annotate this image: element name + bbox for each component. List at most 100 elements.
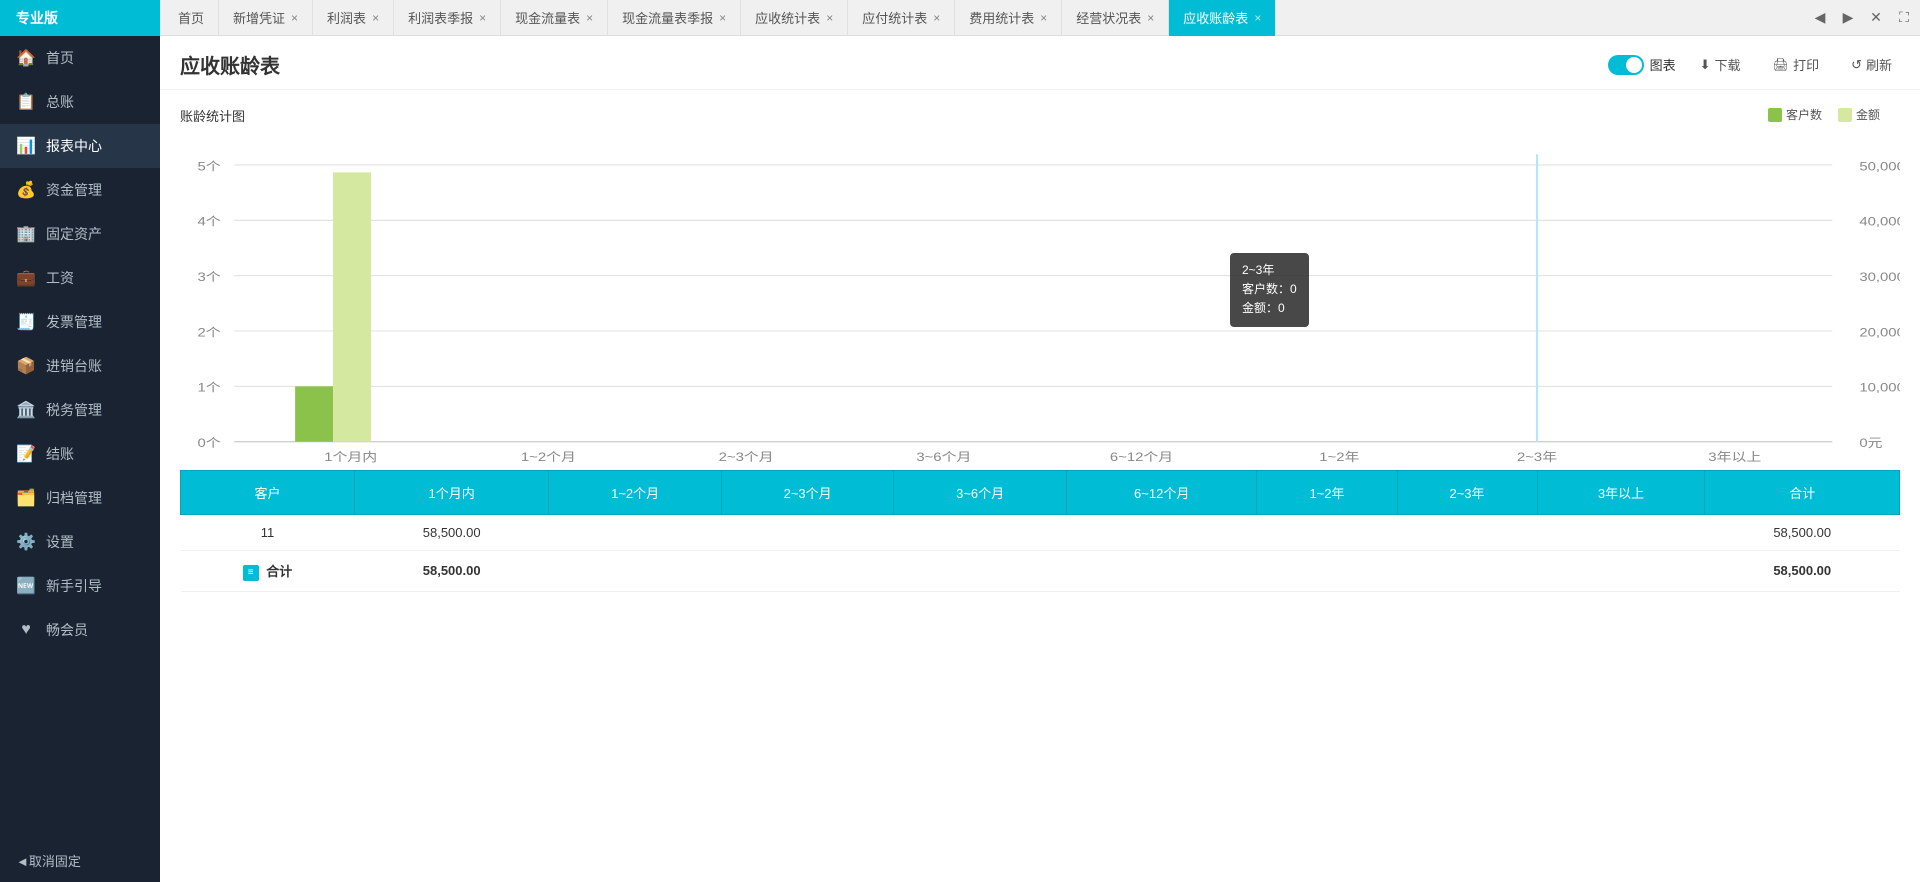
col-header-total: 合计 (1705, 471, 1900, 515)
sidebar-item-purchase-sales[interactable]: 📦 进销台账 (0, 344, 160, 388)
tab-close-icon[interactable]: × (933, 11, 940, 25)
sidebar-item-newbie-guide[interactable]: 🆕 新手引导 (0, 564, 160, 608)
ledger-icon: 📋 (16, 92, 36, 112)
sidebar-item-invoice-mgmt[interactable]: 🧾 发票管理 (0, 300, 160, 344)
toggle-track[interactable] (1608, 55, 1644, 75)
sidebar-item-archive-mgmt[interactable]: 🗂️ 归档管理 (0, 476, 160, 520)
tab-receivable-stats[interactable]: 应收统计表 × (741, 0, 848, 36)
print-button[interactable]: 🖨 打印 (1765, 51, 1828, 78)
tab-expense-stats[interactable]: 费用统计表 × (955, 0, 1062, 36)
cell-month23 (721, 515, 894, 551)
chart-toggle[interactable]: 图表 (1608, 55, 1676, 75)
tab-new-voucher[interactable]: 新增凭证 × (219, 0, 313, 36)
cell-total-month23 (721, 551, 894, 592)
sidebar-item-settlement[interactable]: 📝 结账 (0, 432, 160, 476)
page-area: 应收账龄表 图表 ⬇ 下载 🖨 打印 ↺ 刷新 (160, 36, 1920, 882)
table-area: 客户 1个月内 1~2个月 2~3个月 3~6个月 6~12个月 1~2年 2~… (160, 470, 1920, 882)
svg-text:0个: 0个 (197, 437, 220, 450)
refresh-button[interactable]: ↺ 刷新 (1843, 51, 1900, 78)
col-header-year3plus: 3年以上 (1537, 471, 1705, 515)
tab-close-all-button[interactable]: ✕ (1864, 6, 1888, 30)
sidebar-item-label: 结账 (46, 444, 74, 464)
sidebar-item-label: 归档管理 (46, 488, 102, 508)
sidebar-item-report-center[interactable]: 📊 报表中心 (0, 124, 160, 168)
legend-label-customer: 客户数 (1786, 106, 1822, 123)
total-icon: ≡ (243, 565, 259, 581)
tab-label: 费用统计表 (969, 8, 1034, 27)
sidebar-item-vip[interactable]: ♥ 畅会员 (0, 608, 160, 652)
tab-prev-button[interactable]: ◀ (1808, 6, 1832, 30)
tab-label: 现金流量表季报 (622, 8, 713, 27)
sidebar-item-settings[interactable]: ⚙️ 设置 (0, 520, 160, 564)
tab-close-icon[interactable]: × (1040, 11, 1047, 25)
tab-payable-stats[interactable]: 应付统计表 × (848, 0, 955, 36)
tab-close-icon[interactable]: × (586, 11, 593, 25)
report-icon: 📊 (16, 136, 36, 156)
svg-text:1个月内: 1个月内 (324, 450, 377, 463)
tab-close-icon[interactable]: × (372, 11, 379, 25)
tab-close-icon[interactable]: × (1254, 11, 1261, 25)
toggle-pin-button[interactable]: ◄取消固定 (0, 839, 160, 882)
tab-ar-aging[interactable]: 应收账龄表 × (1169, 0, 1276, 36)
building-icon: 🏢 (16, 224, 36, 244)
tab-maximize-button[interactable]: ⛶ (1892, 6, 1916, 30)
tab-label: 现金流量表 (515, 8, 580, 27)
settlement-icon: 📝 (16, 444, 36, 464)
cell-total-month1: 58,500.00 (354, 551, 548, 592)
chart-legend: 客户数 金额 (1768, 106, 1880, 123)
cell-total-year23 (1397, 551, 1537, 592)
cell-year23 (1397, 515, 1537, 551)
cell-total-total: 58,500.00 (1705, 551, 1900, 592)
col-header-month1: 1个月内 (354, 471, 548, 515)
cell-total-month12 (549, 551, 722, 592)
cell-month1: 58,500.00 (354, 515, 548, 551)
sidebar-item-salary[interactable]: 💼 工资 (0, 256, 160, 300)
tab-profit-quarter[interactable]: 利润表季报 × (394, 0, 501, 36)
sidebar-item-label: 报表中心 (46, 136, 102, 156)
tab-close-icon[interactable]: × (479, 11, 486, 25)
svg-text:2个: 2个 (197, 326, 220, 339)
table-total-row: ≡ 合计 58,500.00 58,500.00 (181, 551, 1900, 592)
svg-text:5个: 5个 (197, 160, 220, 173)
tab-label: 利润表 (327, 8, 366, 27)
download-button[interactable]: ⬇ 下载 (1692, 51, 1749, 78)
tab-home[interactable]: 首页 (164, 0, 219, 36)
page-header: 应收账龄表 图表 ⬇ 下载 🖨 打印 ↺ 刷新 (160, 36, 1920, 90)
tab-close-icon[interactable]: × (719, 11, 726, 25)
tab-label: 利润表季报 (408, 8, 473, 27)
sidebar-item-home[interactable]: 🏠 首页 (0, 36, 160, 80)
col-header-month12: 1~2个月 (549, 471, 722, 515)
sidebar-item-fixed-assets[interactable]: 🏢 固定资产 (0, 212, 160, 256)
total-label-text: 合计 (266, 564, 292, 579)
svg-text:0元: 0元 (1859, 437, 1882, 450)
sidebar-item-tax-mgmt[interactable]: 🏛️ 税务管理 (0, 388, 160, 432)
tab-cashflow-quarter[interactable]: 现金流量表季报 × (608, 0, 741, 36)
sidebar-item-label: 畅会员 (46, 620, 88, 640)
cell-total-year12 (1257, 551, 1397, 592)
svg-text:3年以上: 3年以上 (1708, 450, 1761, 463)
tab-business-status[interactable]: 经营状况表 × (1062, 0, 1169, 36)
tab-profit-table[interactable]: 利润表 × (313, 0, 394, 36)
tab-label: 首页 (178, 8, 204, 27)
svg-text:50,000.00元: 50,000.00元 (1859, 160, 1900, 173)
salary-icon: 💼 (16, 268, 36, 288)
svg-text:10,000.00元: 10,000.00元 (1859, 381, 1900, 394)
col-header-year23: 2~3年 (1397, 471, 1537, 515)
sidebar-item-label: 工资 (46, 268, 74, 288)
tab-close-icon[interactable]: × (1147, 11, 1154, 25)
svg-text:1~2年: 1~2年 (1319, 450, 1359, 463)
svg-text:1个: 1个 (197, 381, 220, 394)
svg-text:3~6个月: 3~6个月 (916, 450, 971, 463)
tab-close-icon[interactable]: × (826, 11, 833, 25)
new-icon: 🆕 (16, 576, 36, 596)
sidebar-item-ledger[interactable]: 📋 总账 (0, 80, 160, 124)
tab-label: 经营状况表 (1076, 8, 1141, 27)
chart-area: 账龄统计图 客户数 金额 0个 1个 2个 3个 4个 (160, 90, 1920, 470)
legend-label-amount: 金额 (1856, 106, 1880, 123)
tab-cashflow[interactable]: 现金流量表 × (501, 0, 608, 36)
tab-close-icon[interactable]: × (291, 11, 298, 25)
download-label: 下载 (1715, 55, 1741, 74)
invoice-icon: 🧾 (16, 312, 36, 332)
sidebar-item-fund-mgmt[interactable]: 💰 资金管理 (0, 168, 160, 212)
tab-next-button[interactable]: ▶ (1836, 6, 1860, 30)
